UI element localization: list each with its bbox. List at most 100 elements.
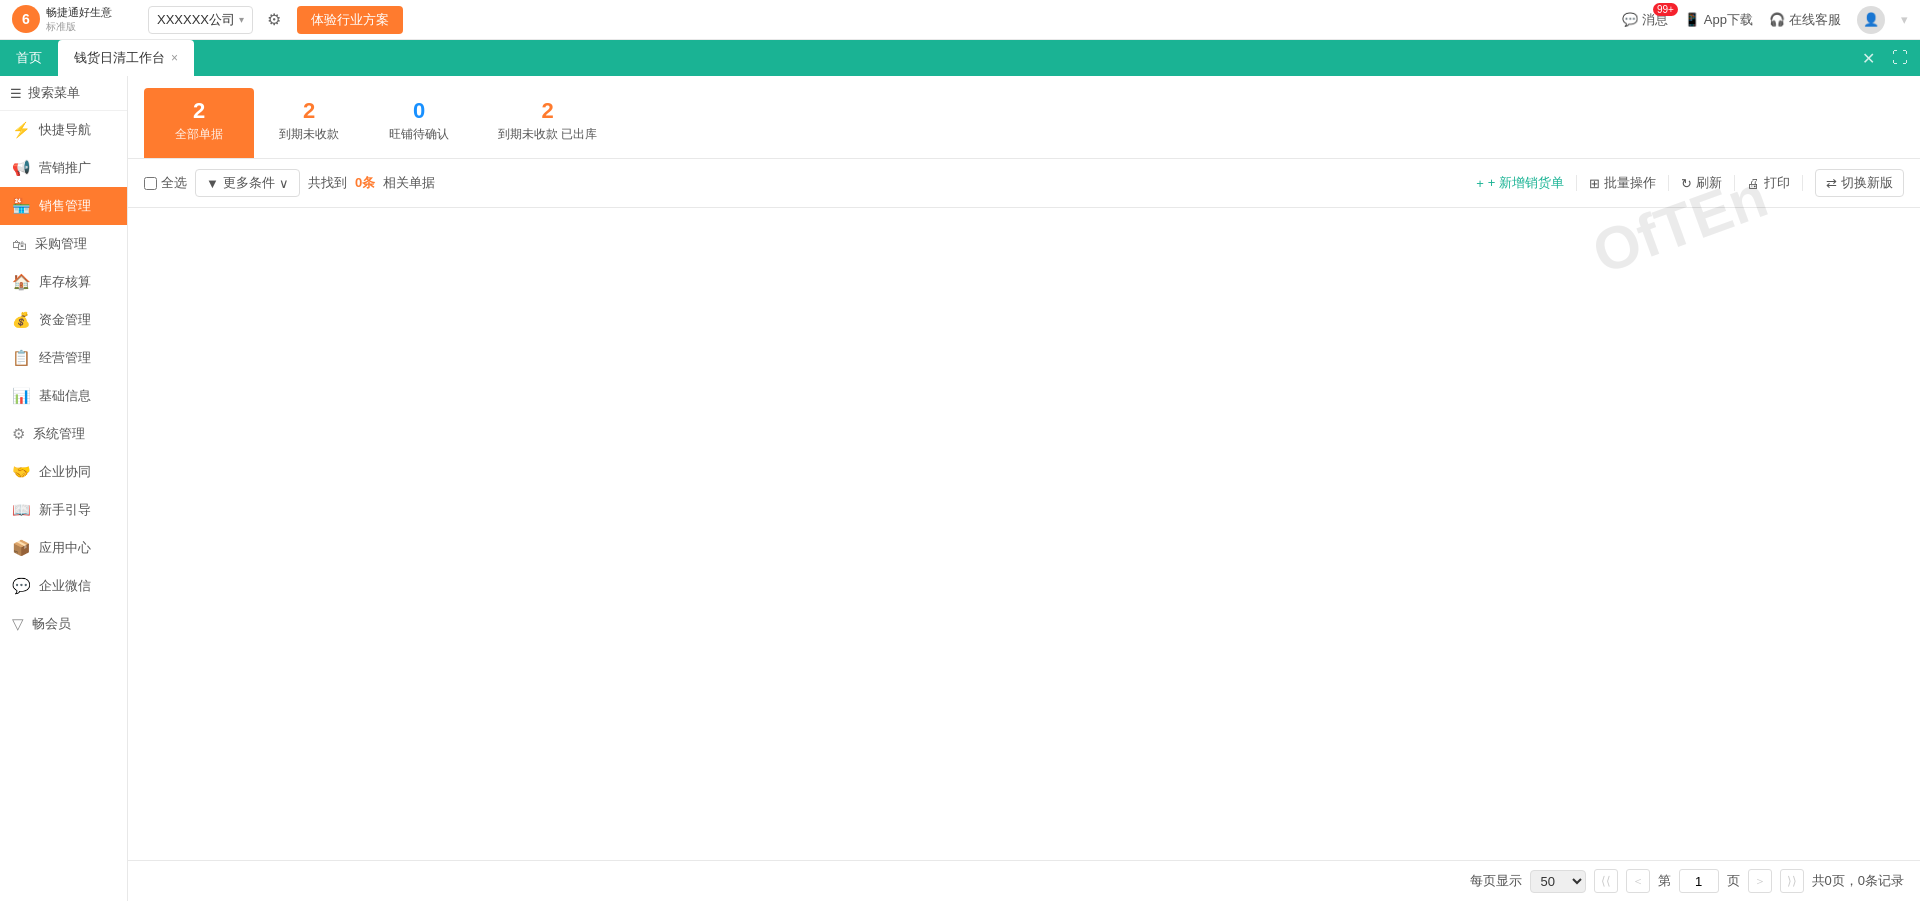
- sidebar-label: 营销推广: [39, 159, 91, 177]
- summary-card-pending[interactable]: 0 旺铺待确认: [364, 88, 474, 158]
- more-filters-button[interactable]: ▼ 更多条件 ∨: [195, 169, 300, 197]
- card-label: 到期未收款: [278, 126, 340, 143]
- sidebar-label: 快捷导航: [39, 121, 91, 139]
- found-suffix: 相关单据: [383, 174, 435, 192]
- sidebar-item-purchase[interactable]: 🛍 采购管理: [0, 225, 127, 263]
- toolbar-right: + + 新增销货单 ⊞ 批量操作 ↻ 刷新 🖨 打印: [1476, 169, 1904, 197]
- sidebar-item-sales[interactable]: 🏪 销售管理: [0, 187, 127, 225]
- print-button[interactable]: 🖨 打印: [1747, 174, 1790, 192]
- sidebar-item-member[interactable]: ▽ 畅会员: [0, 605, 127, 643]
- batch-operation-button[interactable]: ⊞ 批量操作: [1589, 174, 1656, 192]
- summary-card-overdue[interactable]: 2 到期未收款: [254, 88, 364, 158]
- sidebar-item-inventory[interactable]: 🏠 库存核算: [0, 263, 127, 301]
- enterprise-icon: 🤝: [12, 463, 31, 481]
- page-size-label: 每页显示: [1470, 872, 1522, 890]
- member-icon: ▽: [12, 615, 24, 633]
- app-download-button[interactable]: 📱 App下载: [1684, 11, 1753, 29]
- switch-version-button[interactable]: ⇄ 切换新版: [1815, 169, 1904, 197]
- sidebar-label: 库存核算: [39, 273, 91, 291]
- card-label: 到期未收款 已出库: [498, 126, 597, 143]
- summary-card-all[interactable]: 2 全部单据: [144, 88, 254, 158]
- service-icon: 🎧: [1769, 12, 1785, 27]
- add-sales-order-button[interactable]: + + 新增销货单: [1476, 174, 1564, 192]
- divider: [1802, 175, 1803, 191]
- experience-button[interactable]: 体验行业方案: [297, 6, 403, 34]
- switch-icon: ⇄: [1826, 176, 1837, 191]
- card-count: 2: [498, 98, 597, 124]
- tab-home[interactable]: 首页: [0, 40, 58, 76]
- sidebar-label: 应用中心: [39, 539, 91, 557]
- summary-card-overdue-shipped[interactable]: 2 到期未收款 已出库: [474, 88, 621, 158]
- sidebar-item-basic-info[interactable]: 📊 基础信息: [0, 377, 127, 415]
- next-page-button[interactable]: ＞: [1748, 869, 1772, 893]
- select-all-checkbox[interactable]: 全选: [144, 174, 187, 192]
- sidebar-item-system[interactable]: ⚙ 系统管理: [0, 415, 127, 453]
- batch-label: 批量操作: [1604, 174, 1656, 192]
- page-label2: 页: [1727, 872, 1740, 890]
- checkbox-input[interactable]: [144, 177, 157, 190]
- quick-nav-icon: ⚡: [12, 121, 31, 139]
- maximize-icon[interactable]: ⛶: [1888, 46, 1912, 70]
- wechat-icon: 💬: [12, 577, 31, 595]
- online-service-button[interactable]: 🎧 在线客服: [1769, 11, 1841, 29]
- sidebar-item-marketing[interactable]: 📢 营销推广: [0, 149, 127, 187]
- close-window-icon[interactable]: ✕: [1856, 46, 1880, 70]
- search-menu-button[interactable]: ☰ 搜索菜单: [0, 76, 127, 111]
- prev-page-button[interactable]: ＜: [1626, 869, 1650, 893]
- sidebar-label: 企业协同: [39, 463, 91, 481]
- batch-icon: ⊞: [1589, 176, 1600, 191]
- logo-text-block: 畅捷通好生意 标准版: [46, 5, 112, 33]
- switch-label: 切换新版: [1841, 174, 1893, 192]
- company-name: XXXXXX公司: [157, 11, 235, 29]
- company-selector[interactable]: XXXXXX公司 ▾: [148, 6, 253, 34]
- close-icon[interactable]: ×: [171, 51, 178, 65]
- user-name[interactable]: ▾: [1901, 12, 1908, 27]
- refresh-icon: ↻: [1681, 176, 1692, 191]
- sidebar-label: 采购管理: [35, 235, 87, 253]
- divider: [1668, 175, 1669, 191]
- last-page-button[interactable]: ⟩⟩: [1780, 869, 1804, 893]
- capital-icon: 💰: [12, 311, 31, 329]
- print-icon: 🖨: [1747, 176, 1760, 191]
- home-tab-label: 首页: [16, 49, 42, 67]
- topbar-right: 💬 消息 99+ 📱 App下载 🎧 在线客服 👤 ▾: [1622, 6, 1908, 34]
- app-center-icon: 📦: [12, 539, 31, 557]
- search-icon: ☰: [10, 86, 22, 101]
- watermark: OfTEn: [1584, 208, 1777, 288]
- avatar[interactable]: 👤: [1857, 6, 1885, 34]
- plus-icon: +: [1476, 176, 1484, 191]
- toolbar-left: 全选 ▼ 更多条件 ∨ 共找到 0条 相关单据: [144, 169, 1468, 197]
- page-size-select[interactable]: 50 100 200: [1530, 870, 1586, 893]
- card-count: 2: [278, 98, 340, 124]
- page-input[interactable]: [1679, 869, 1719, 893]
- guide-icon: 📖: [12, 501, 31, 519]
- sidebar-item-operations[interactable]: 📋 经营管理: [0, 339, 127, 377]
- divider: [1576, 175, 1577, 191]
- purchase-icon: 🛍: [12, 236, 27, 253]
- sidebar-label: 资金管理: [39, 311, 91, 329]
- card-count: 2: [168, 98, 230, 124]
- basic-info-icon: 📊: [12, 387, 31, 405]
- sidebar-item-wechat[interactable]: 💬 企业微信: [0, 567, 127, 605]
- app-download-label: App下载: [1704, 11, 1753, 29]
- summary-cards: 2 全部单据 2 到期未收款 0 旺铺待确认 2 到期未收款 已出库: [128, 76, 1920, 159]
- sidebar: ☰ 搜索菜单 ⚡ 快捷导航 📢 营销推广 🏪 销售管理 🛍 采购管理 🏠 库存核…: [0, 76, 128, 901]
- logo: 6 畅捷通好生意 标准版: [12, 5, 140, 33]
- sidebar-item-quick-nav[interactable]: ⚡ 快捷导航: [0, 111, 127, 149]
- sidebar-item-capital[interactable]: 💰 资金管理: [0, 301, 127, 339]
- filter-icon: ▼: [206, 176, 219, 191]
- logo-icon: 6: [12, 5, 40, 33]
- refresh-button[interactable]: ↻ 刷新: [1681, 174, 1722, 192]
- chevron-down-icon: ∨: [279, 176, 289, 191]
- sidebar-item-enterprise[interactable]: 🤝 企业协同: [0, 453, 127, 491]
- message-button[interactable]: 💬 消息 99+: [1622, 11, 1668, 29]
- tab-qianhuoriqing[interactable]: 钱货日清工作台 ×: [58, 40, 194, 76]
- sidebar-label: 新手引导: [39, 501, 91, 519]
- sidebar-item-guide[interactable]: 📖 新手引导: [0, 491, 127, 529]
- settings-button[interactable]: ⚙: [259, 5, 289, 35]
- sidebar-label: 系统管理: [33, 425, 85, 443]
- search-menu-label: 搜索菜单: [28, 84, 80, 102]
- sidebar-label: 经营管理: [39, 349, 91, 367]
- first-page-button[interactable]: ⟨⟨: [1594, 869, 1618, 893]
- sidebar-item-app-center[interactable]: 📦 应用中心: [0, 529, 127, 567]
